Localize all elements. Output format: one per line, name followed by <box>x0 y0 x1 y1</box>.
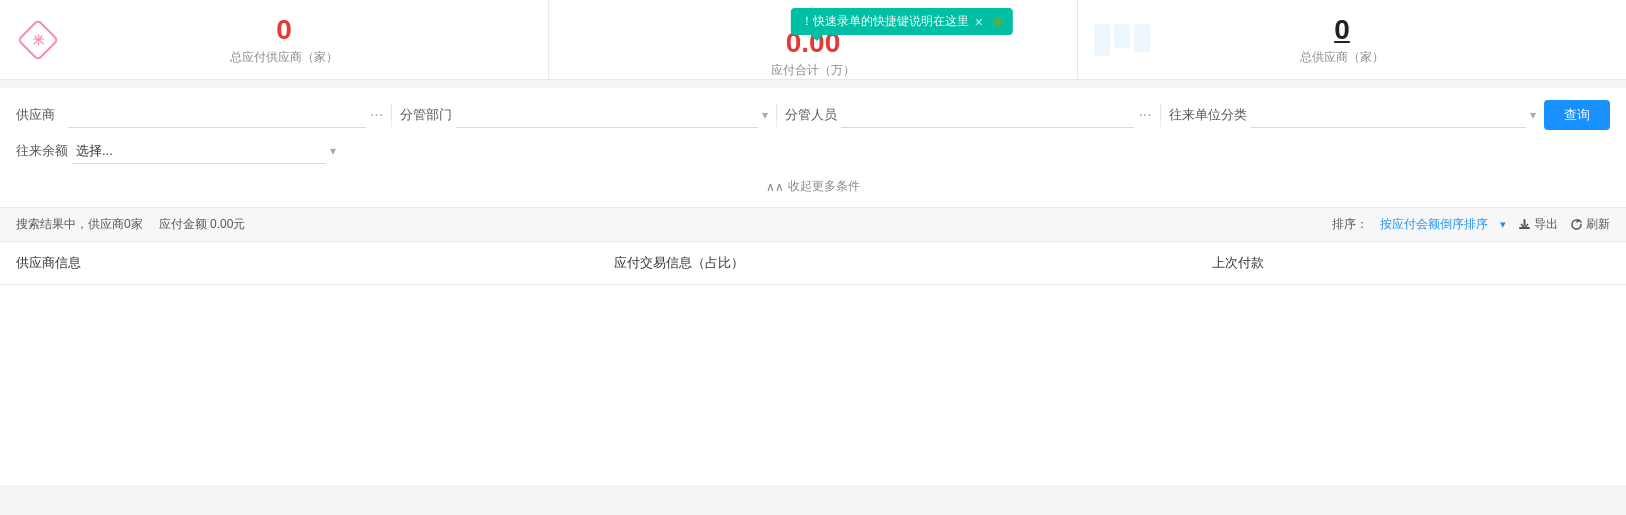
result-summary: 搜索结果中，供应商0家 应付金额 0.00元 <box>16 216 245 233</box>
summary-amount: 应付金额 0.00元 <box>159 216 246 233</box>
stat-label-1: 总应付供应商（家） <box>230 49 338 66</box>
filter-category: 往来单位分类 ▾ <box>1169 102 1536 128</box>
sort-chevron-icon[interactable]: ▾ <box>1500 218 1506 231</box>
sort-label: 排序： <box>1332 216 1368 233</box>
query-button[interactable]: 查询 <box>1544 100 1610 130</box>
filter-bar: 供应商 ··· 分管部门 ▾ 分管人员 ··· 往来单位分类 ▾ 查询 <box>0 88 1626 208</box>
category-label: 往来单位分类 <box>1169 106 1247 124</box>
stat-number-1: 0 <box>276 13 292 47</box>
collapse-up-icon: ∧∧ <box>766 180 784 194</box>
table-header: 供应商信息 应付交易信息（占比） 上次付款 <box>0 242 1626 285</box>
svg-rect-10 <box>1524 219 1526 226</box>
person-dots-icon[interactable]: ··· <box>1138 106 1151 124</box>
stat-label-2: 应付合计（万） <box>771 62 855 79</box>
tooltip-dot-icon <box>993 17 1003 27</box>
balance-label: 往来余额 <box>16 142 68 160</box>
export-icon <box>1518 218 1531 231</box>
divider-1 <box>391 103 392 127</box>
tooltip-text: ！快速录单的快捷键说明在这里 <box>801 13 969 30</box>
category-input[interactable] <box>1251 102 1526 128</box>
col-supplier-header: 供应商信息 <box>16 254 614 272</box>
tooltip-bubble: ！快速录单的快捷键说明在这里 × <box>791 8 1013 35</box>
person-input[interactable] <box>841 102 1135 128</box>
supplier-label: 供应商 <box>16 106 64 124</box>
filter-supplier: 供应商 ··· <box>16 102 383 128</box>
supplier-input[interactable] <box>68 102 366 128</box>
stat-total-suppliers: 0 总供应商（家） <box>1078 0 1626 79</box>
export-button[interactable]: 导出 <box>1518 216 1558 233</box>
stats-bar: 米 0 总应付供应商（家） ！快速录单的快捷键说明在这里 × 0.00 应付合计… <box>0 0 1626 80</box>
table-body <box>0 285 1626 485</box>
tooltip-close-button[interactable]: × <box>975 15 983 29</box>
result-actions: 排序： 按应付会额倒序排序 ▾ 导出 刷新 <box>1332 216 1610 233</box>
person-label: 分管人员 <box>785 106 837 124</box>
col-transaction-header: 应付交易信息（占比） <box>614 254 1212 272</box>
divider-3 <box>1160 103 1161 127</box>
filter-row-2: 往来余额 选择... ▾ <box>16 138 1610 164</box>
refresh-label: 刷新 <box>1586 216 1610 233</box>
collapse-button[interactable]: ∧∧ 收起更多条件 <box>766 178 860 195</box>
refresh-button[interactable]: 刷新 <box>1570 216 1610 233</box>
summary-supplier: 搜索结果中，供应商0家 <box>16 216 143 233</box>
filter-row-1: 供应商 ··· 分管部门 ▾ 分管人员 ··· 往来单位分类 ▾ 查询 <box>16 100 1610 130</box>
stat-total-payable-amount: ！快速录单的快捷键说明在这里 × 0.00 应付合计（万） <box>549 0 1078 79</box>
result-bar: 搜索结果中，供应商0家 应付金额 0.00元 排序： 按应付会额倒序排序 ▾ 导… <box>0 208 1626 242</box>
divider-2 <box>776 103 777 127</box>
filter-person: 分管人员 ··· <box>785 102 1152 128</box>
filter-department: 分管部门 ▾ <box>400 102 767 128</box>
stat-total-payable-suppliers: 米 0 总应付供应商（家） <box>0 0 549 79</box>
balance-select[interactable]: 选择... <box>72 138 326 164</box>
stat-number-3: 0 <box>1334 13 1350 47</box>
supplier-dots-icon[interactable]: ··· <box>370 106 383 124</box>
export-label: 导出 <box>1534 216 1558 233</box>
collapse-label: 收起更多条件 <box>788 178 860 195</box>
col-payment-header: 上次付款 <box>1212 254 1611 272</box>
collapse-bar: ∧∧ 收起更多条件 <box>16 172 1610 203</box>
sort-value[interactable]: 按应付会额倒序排序 <box>1380 216 1488 233</box>
stat-label-3: 总供应商（家） <box>1300 49 1384 66</box>
department-label: 分管部门 <box>400 106 452 124</box>
filter-balance: 往来余额 选择... ▾ <box>16 138 336 164</box>
balance-chevron-icon[interactable]: ▾ <box>330 144 336 158</box>
department-input[interactable] <box>456 102 757 128</box>
logo-icon: 米 <box>16 18 60 62</box>
refresh-icon <box>1570 218 1583 231</box>
svg-text:米: 米 <box>32 34 45 46</box>
department-chevron-icon[interactable]: ▾ <box>762 108 768 122</box>
category-chevron-icon[interactable]: ▾ <box>1530 108 1536 122</box>
